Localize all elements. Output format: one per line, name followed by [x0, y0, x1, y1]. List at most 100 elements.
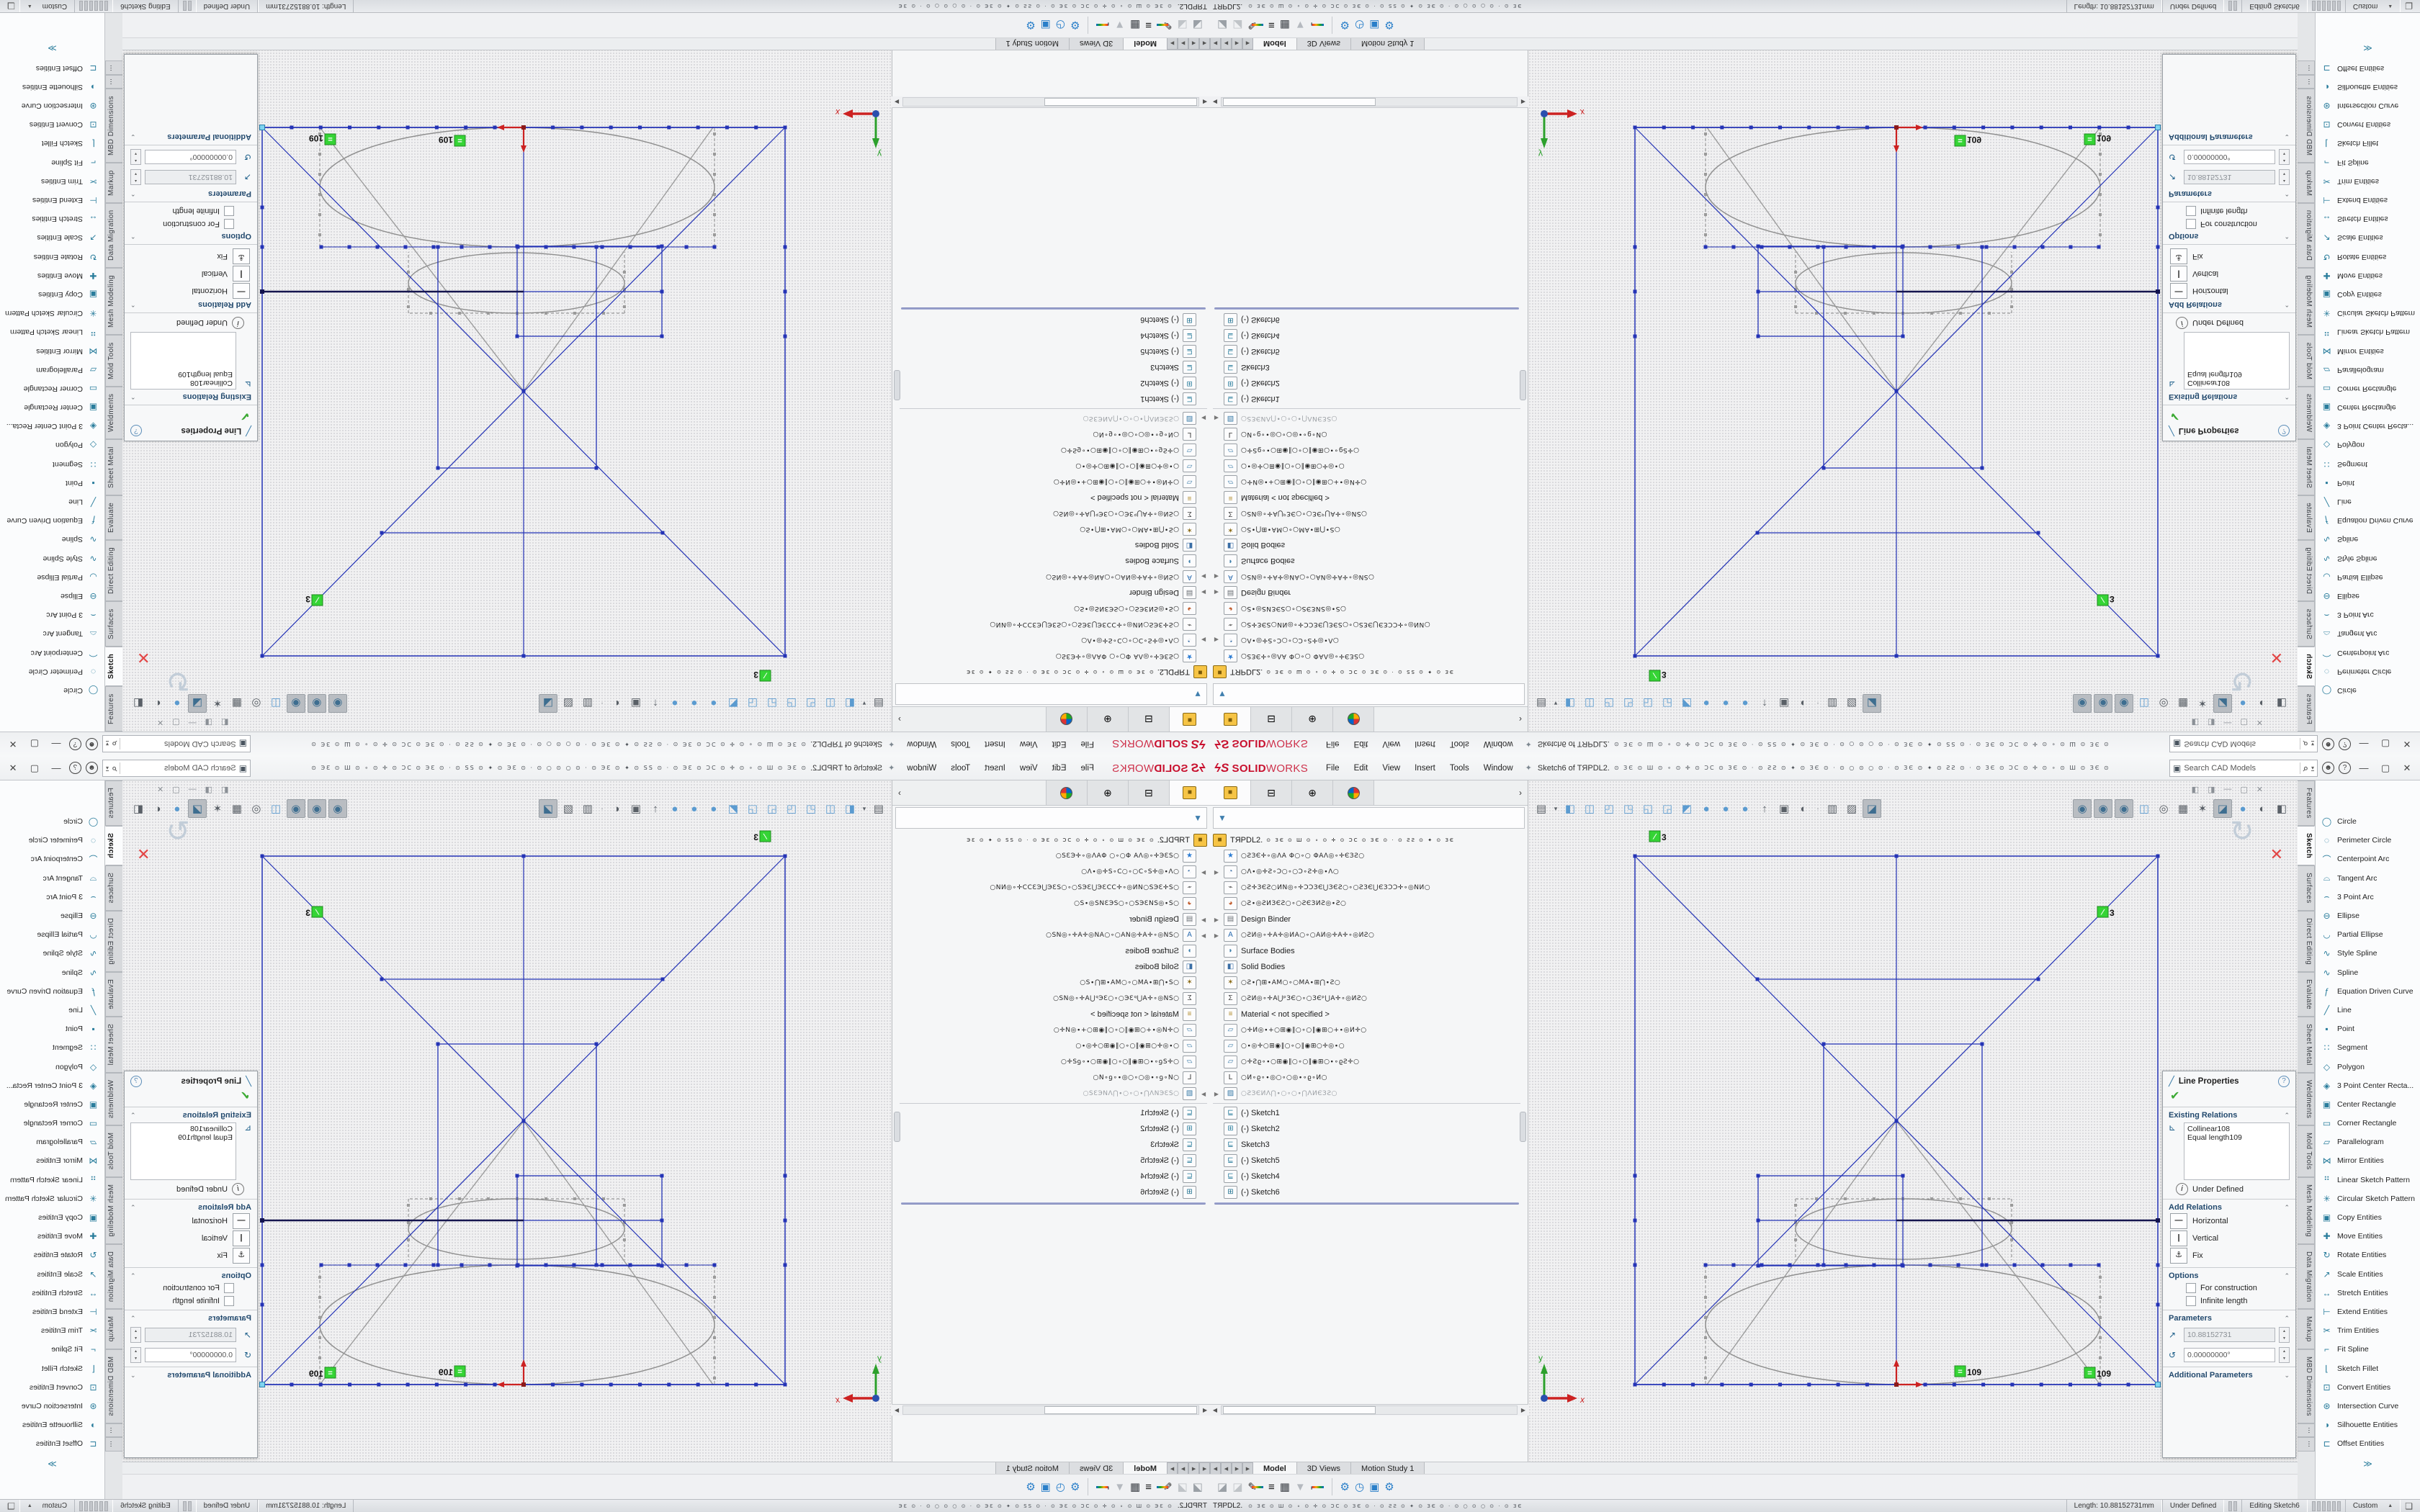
cm-tab-direct-editing[interactable]: Direct Editing [2298, 911, 2315, 972]
tool-move-entities[interactable]: ✚Move Entities [0, 1227, 104, 1246]
tab-propertymanager[interactable]: ⊟ [1128, 780, 1169, 805]
menu-window[interactable]: Window [900, 762, 943, 775]
close-button[interactable]: ✕ [2398, 762, 2416, 774]
cm-tab-mbd-dimensions[interactable]: MBD Dimensions [105, 1349, 122, 1423]
tree-root[interactable]: ■TЯPDL2.⊙ ЗЄ ⊙ Ш ⊙ ∘ ⊙ ✛ ⊙ ƆC ⊙ ЗЄ ⊙ · ⊙… [900, 664, 1207, 680]
tool-move-entities[interactable]: ✚Move Entities [2316, 266, 2420, 285]
cm-tab-sketch[interactable]: Sketch [105, 647, 122, 686]
cm-tab-evaluate[interactable]: Evaluate [105, 495, 122, 540]
tree-filter-input[interactable]: ▼ [895, 683, 1207, 705]
cm-tab--[interactable]: ⋯ [105, 1437, 122, 1451]
tool-corner-rectangle[interactable]: ▭Corner Rectangle [0, 1114, 104, 1133]
tool-tangent-arc[interactable]: ⌓Tangent Arc [2316, 869, 2420, 888]
close-button[interactable]: ✕ [4, 762, 22, 774]
restore-button[interactable]: ▢ [26, 739, 43, 750]
tree-item-selection-sets[interactable]: ◕○Ƨ∙◎ƧИЗЄƧ○∘○ƧЄЗИƧ◎∙Ƨ○ [900, 896, 1207, 912]
tool-tangent-arc[interactable]: ⌓Tangent Arc [0, 624, 104, 643]
tool-segment[interactable]: ∷Segment [2316, 1038, 2420, 1057]
doc-tab-nav-3[interactable]: ▶ [1167, 37, 1178, 50]
length-stepper[interactable]: ▲▼ [2279, 169, 2290, 185]
quick-access-icons[interactable]: ⊙ ЗЄ ⊙ Ш ⊙ ∘ ⊙ ✛ ⊙ ƆC ⊙ ЗЄ ⊙ · ⊙ ƧƧ ⊙ ✦ … [255, 765, 806, 771]
tool-tangent-arc[interactable]: ⌓Tangent Arc [0, 869, 104, 888]
exit-sketch-icon[interactable]: ↻ [166, 815, 190, 848]
help-icon[interactable]: ? [2339, 762, 2351, 774]
angle-stepper[interactable]: ▲▼ [2279, 1347, 2290, 1363]
bottom-tool-icon-10[interactable]: ▣ [1369, 1480, 1379, 1493]
add-relation-horizontal[interactable]: —Horizontal [2170, 1213, 2290, 1229]
tool-mirror-entities[interactable]: ⋈Mirror Entities [0, 341, 104, 360]
tool-offset-entities[interactable]: ⊏Offset Entities [0, 1434, 104, 1453]
tab-configurationmanager[interactable]: ⊕ [1087, 707, 1128, 732]
relation-badge-equal-109[interactable]: =109 [1955, 1366, 1981, 1377]
tool-extend-entities[interactable]: ⊢Extend Entities [2316, 191, 2420, 210]
cm-overflow-icon[interactable]: ≫ [0, 43, 104, 53]
tool-parallelogram[interactable]: ▱Parallelogram [2316, 361, 2420, 379]
length-field[interactable]: 10.88152731 [145, 170, 236, 184]
tree-item-favorites[interactable]: ★○ƧЗЄ✛∘◎ΛΑ Φ○∘○ ΦΑΛ◎∘✛ЄЗƧ○ [900, 848, 1207, 864]
doc-tab-model[interactable]: Model [1253, 37, 1297, 50]
tool-center-rectangle[interactable]: ▣Center Rectangle [0, 1095, 104, 1114]
tool-segment[interactable]: ∷Segment [2316, 455, 2420, 474]
tree-item-selection-sets[interactable]: ◕○Ƨ∙◎ƧИЗЄƧ○∘○ƧЄЗИƧ◎∙Ƨ○ [1213, 600, 1520, 616]
feature-tree[interactable]: ■TЯPDL2.⊙ ЗЄ ⊙ Ш ⊙ ∘ ⊙ ✛ ⊙ ƆC ⊙ ЗЄ ⊙ · ⊙… [900, 108, 1210, 680]
tree-item-origin[interactable]: L○И∘ϱ∘∙◎○∘○◎∙∘ϱ∘И○ [1213, 426, 1520, 442]
ok-button[interactable]: ✔ [130, 409, 250, 423]
menu-file[interactable]: File [1074, 762, 1101, 775]
add-relation-horizontal[interactable]: —Horizontal [130, 283, 250, 299]
rollback-bar[interactable] [901, 1202, 1206, 1205]
tool-corner-rectangle[interactable]: ▭Corner Rectangle [2316, 379, 2420, 398]
tree-item-front-plane[interactable]: ▱○✛И◎∙+○⊞◉∥○∘○∥◉⊞○+∙◎И✛○ [900, 474, 1207, 490]
tool-line[interactable]: ╱Line [0, 1001, 104, 1020]
bottom-tool-icon-11[interactable]: ⚙ [1384, 1480, 1394, 1493]
tree-item-history[interactable]: ▶◔○Λ∙◎✛Ƨ∘Ɔ○∘○Ɔ∘Ƨ✛◎∙Λ○ [900, 864, 1207, 880]
minimize-button[interactable]: — [48, 739, 65, 750]
tool-trim-entities[interactable]: ✂Trim Entities [2316, 1321, 2420, 1340]
bottom-tool-icon-3[interactable]: ≡ [1268, 19, 1275, 32]
tool-sketch-fillet[interactable]: ⌊Sketch Fillet [2316, 1359, 2420, 1377]
panel-help-icon[interactable]: ? [2278, 425, 2290, 436]
cm-tab-sheet-metal[interactable]: Sheet Metal [105, 1017, 122, 1073]
scroll-left-icon[interactable]: ◀ [1200, 99, 1210, 105]
tree-item-lights-cameras[interactable]: ✶○Ƨ∙⋂⊞∙ΑΜ○∘○ΜΑ∙⊞⋂∙Ƨ○ [900, 521, 1207, 537]
cm-tab--[interactable]: ⋯ [2298, 60, 2315, 74]
cm-tab--[interactable]: ⋯ [105, 60, 122, 74]
exit-sketch-icon[interactable]: ↻ [2230, 664, 2254, 697]
tool-silhouette-entities[interactable]: ◑Silhouette Entities [0, 78, 104, 96]
tool-copy-entities[interactable]: ▣Copy Entities [2316, 285, 2420, 304]
confirmation-corner[interactable]: ↻ ✕ [135, 647, 190, 697]
relations-list[interactable]: Collinear108 Equal length109 [130, 1122, 236, 1180]
quick-access-icons[interactable]: ⊙ ЗЄ ⊙ Ш ⊙ ∘ ⊙ ✛ ⊙ ƆC ⊙ ЗЄ ⊙ · ⊙ ƧƧ ⊙ ✦ … [255, 741, 806, 747]
tab-propertymanager[interactable]: ⊟ [1251, 780, 1292, 805]
tool-polygon[interactable]: ◇Polygon [0, 436, 104, 454]
bottom-tool-icon-5[interactable]: ▼ [1295, 19, 1306, 32]
help-icon[interactable]: ? [2339, 738, 2351, 750]
tool-mirror-entities[interactable]: ⋈Mirror Entities [2316, 341, 2420, 360]
scrollbar-thumb[interactable] [1223, 1406, 1376, 1414]
collapse-icon[interactable]: ⌃ [2284, 1112, 2290, 1120]
cm-tab-mold-tools[interactable]: Mold Tools [2298, 1125, 2315, 1177]
menu-insert[interactable]: Insert [978, 738, 1012, 751]
tree-item-locked-folder[interactable]: ▶▨○ƧЗЄИΛ⋂∙○∘○∙⋂ΛИЄЗƧ○ [900, 410, 1207, 426]
tree-item-favorites[interactable]: ★○ƧЗЄ✛∘◎ΛΑ Φ○∘○ ΦΑΛ◎∘✛ЄЗƧ○ [900, 648, 1207, 664]
tool-partial-ellipse[interactable]: ◡Partial Ellipse [2316, 925, 2420, 944]
cm-tab-sheet-metal[interactable]: Sheet Metal [105, 439, 122, 495]
tool-equation-driven-curve[interactable]: ƒEquation Driven Curve [0, 982, 104, 1001]
cm-overflow-icon[interactable]: ≫ [2316, 1459, 2420, 1469]
tool-silhouette-entities[interactable]: ◑Silhouette Entities [2316, 1416, 2420, 1434]
add-relation-vertical[interactable]: |Vertical [130, 1230, 250, 1246]
option-for-construction[interactable]: For construction [130, 219, 234, 229]
bottom-tool-icon-1[interactable]: ◪ [1232, 19, 1242, 32]
tool-equation-driven-curve[interactable]: ƒEquation Driven Curve [2316, 511, 2420, 530]
tool-circular-sketch-pattern[interactable]: ✳Circular Sketch Pattern [2316, 304, 2420, 323]
panel-help-icon[interactable]: ? [130, 1076, 142, 1087]
tool-center-rectangle[interactable]: ▣Center Rectangle [0, 398, 104, 417]
tool-partial-ellipse[interactable]: ◡Partial Ellipse [2316, 568, 2420, 587]
cm-tab--[interactable]: ⋯ [2298, 1437, 2315, 1451]
tool-spline[interactable]: ∿Spline [2316, 963, 2420, 982]
tool-move-entities[interactable]: ✚Move Entities [2316, 1227, 2420, 1246]
tree-item-equations[interactable]: Σ○ƧИ◎∘✛Α⋃ᵖЗЄ○∘○ЗЄᵖ⋃Α✛∘◎ИƧ○ [900, 991, 1207, 1007]
tool-corner-rectangle[interactable]: ▭Corner Rectangle [0, 379, 104, 398]
tab-configurationmanager[interactable]: ⊕ [1292, 780, 1333, 805]
tool-linear-sketch-pattern[interactable]: ⠛Linear Sketch Pattern [2316, 1171, 2420, 1189]
cancel-sketch-icon[interactable]: ✕ [2270, 845, 2283, 864]
